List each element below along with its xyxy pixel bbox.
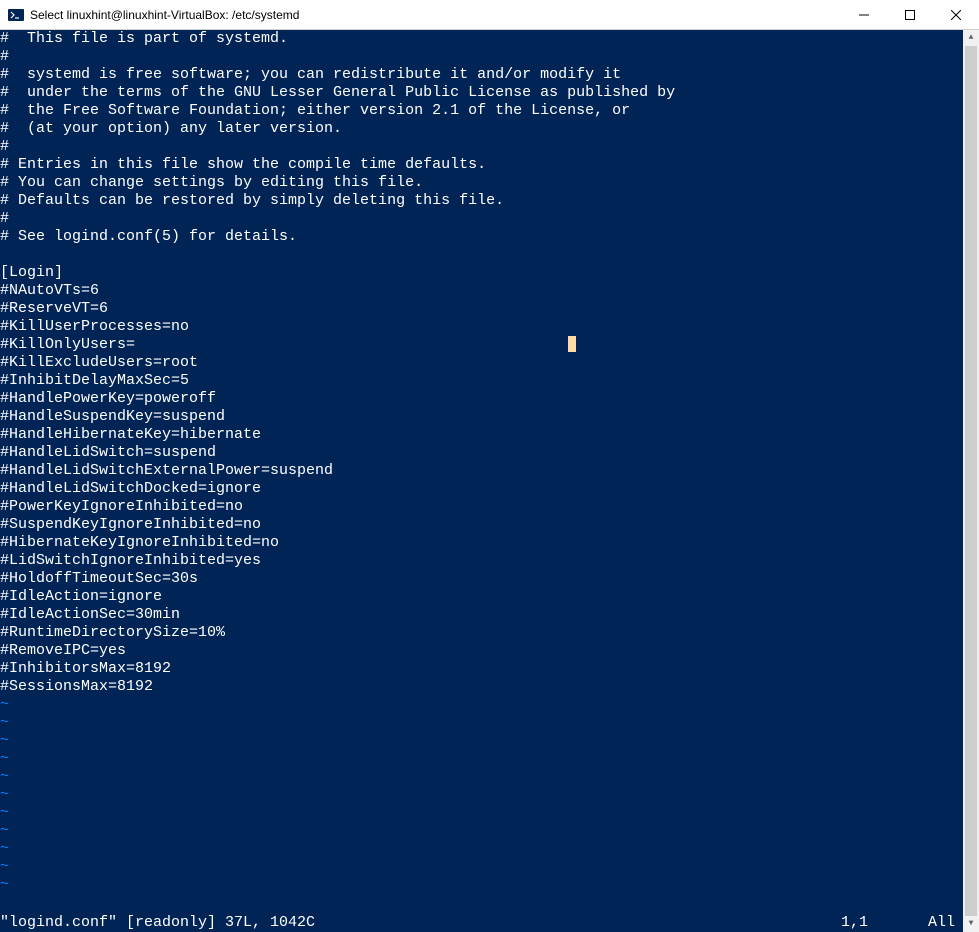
terminal-line: # (0, 138, 963, 156)
terminal-line: #InhibitorsMax=8192 (0, 660, 963, 678)
window-title: Select linuxhint@linuxhint-VirtualBox: /… (30, 8, 841, 22)
maximize-button[interactable] (887, 0, 933, 29)
scrollbar-track[interactable] (963, 46, 979, 916)
terminal-line: # systemd is free software; you can redi… (0, 66, 963, 84)
scrollbar-up-arrow[interactable]: ▲ (963, 30, 979, 46)
vim-empty-line-tilde: ~ (0, 750, 963, 768)
terminal-line: # under the terms of the GNU Lesser Gene… (0, 84, 963, 102)
vim-status-bar: "logind.conf" [readonly] 37L, 1042C 1,1 … (0, 914, 963, 932)
window-titlebar: Select linuxhint@linuxhint-VirtualBox: /… (0, 0, 979, 30)
text-cursor (568, 336, 576, 352)
vim-empty-line-tilde: ~ (0, 786, 963, 804)
terminal-line: #IdleActionSec=30min (0, 606, 963, 624)
close-button[interactable] (933, 0, 979, 29)
terminal-line: #IdleAction=ignore (0, 588, 963, 606)
terminal-line: #KillUserProcesses=no (0, 318, 963, 336)
status-filename: "logind.conf" [readonly] 37L, 1042C (0, 914, 315, 932)
window-controls (841, 0, 979, 29)
terminal-line: # See logind.conf(5) for details. (0, 228, 963, 246)
status-position: 1,1 (841, 914, 928, 932)
terminal-line: #HandleLidSwitch=suspend (0, 444, 963, 462)
terminal-line: #HandleHibernateKey=hibernate (0, 426, 963, 444)
terminal-line: # You can change settings by editing thi… (0, 174, 963, 192)
terminal-line: #RemoveIPC=yes (0, 642, 963, 660)
terminal-line: #HandlePowerKey=poweroff (0, 390, 963, 408)
terminal-line: #LidSwitchIgnoreInhibited=yes (0, 552, 963, 570)
terminal-line: #RuntimeDirectorySize=10% (0, 624, 963, 642)
terminal-line: # This file is part of systemd. (0, 30, 963, 48)
vim-empty-line-tilde: ~ (0, 696, 963, 714)
vim-empty-line-tilde: ~ (0, 822, 963, 840)
terminal-line: # (0, 48, 963, 66)
terminal-line: #InhibitDelayMaxSec=5 (0, 372, 963, 390)
vim-empty-line-tilde: ~ (0, 804, 963, 822)
terminal-line: #SuspendKeyIgnoreInhibited=no (0, 516, 963, 534)
vim-empty-line-tilde: ~ (0, 714, 963, 732)
terminal-line: #KillExcludeUsers=root (0, 354, 963, 372)
scrollbar-down-arrow[interactable]: ▼ (963, 916, 979, 932)
terminal-line: #HibernateKeyIgnoreInhibited=no (0, 534, 963, 552)
terminal-line: # Defaults can be restored by simply del… (0, 192, 963, 210)
vim-empty-line-tilde: ~ (0, 858, 963, 876)
terminal-line: #HoldoffTimeoutSec=30s (0, 570, 963, 588)
minimize-button[interactable] (841, 0, 887, 29)
terminal-line: # (at your option) any later version. (0, 120, 963, 138)
terminal-line: #NAutoVTs=6 (0, 282, 963, 300)
vim-empty-line-tilde: ~ (0, 768, 963, 786)
vim-empty-line-tilde: ~ (0, 876, 963, 894)
vim-empty-line-tilde: ~ (0, 840, 963, 858)
terminal-line: # Entries in this file show the compile … (0, 156, 963, 174)
terminal-area[interactable]: # This file is part of systemd.## system… (0, 30, 979, 932)
terminal-line: [Login] (0, 264, 963, 282)
vim-empty-line-tilde: ~ (0, 732, 963, 750)
scrollbar-thumb[interactable] (965, 46, 977, 916)
terminal-line: #KillOnlyUsers= (0, 336, 963, 354)
terminal-line: # the Free Software Foundation; either v… (0, 102, 963, 120)
terminal-line (0, 246, 963, 264)
terminal-line: #HandleSuspendKey=suspend (0, 408, 963, 426)
terminal-line: #HandleLidSwitchExternalPower=suspend (0, 462, 963, 480)
terminal-line: #PowerKeyIgnoreInhibited=no (0, 498, 963, 516)
powershell-icon (8, 7, 24, 23)
terminal-line: # (0, 210, 963, 228)
terminal-line: #SessionsMax=8192 (0, 678, 963, 696)
terminal-line: #HandleLidSwitchDocked=ignore (0, 480, 963, 498)
status-scroll: All (928, 914, 963, 932)
terminal-line: #ReserveVT=6 (0, 300, 963, 318)
terminal-content[interactable]: # This file is part of systemd.## system… (0, 30, 963, 932)
vertical-scrollbar[interactable]: ▲ ▼ (963, 30, 979, 932)
